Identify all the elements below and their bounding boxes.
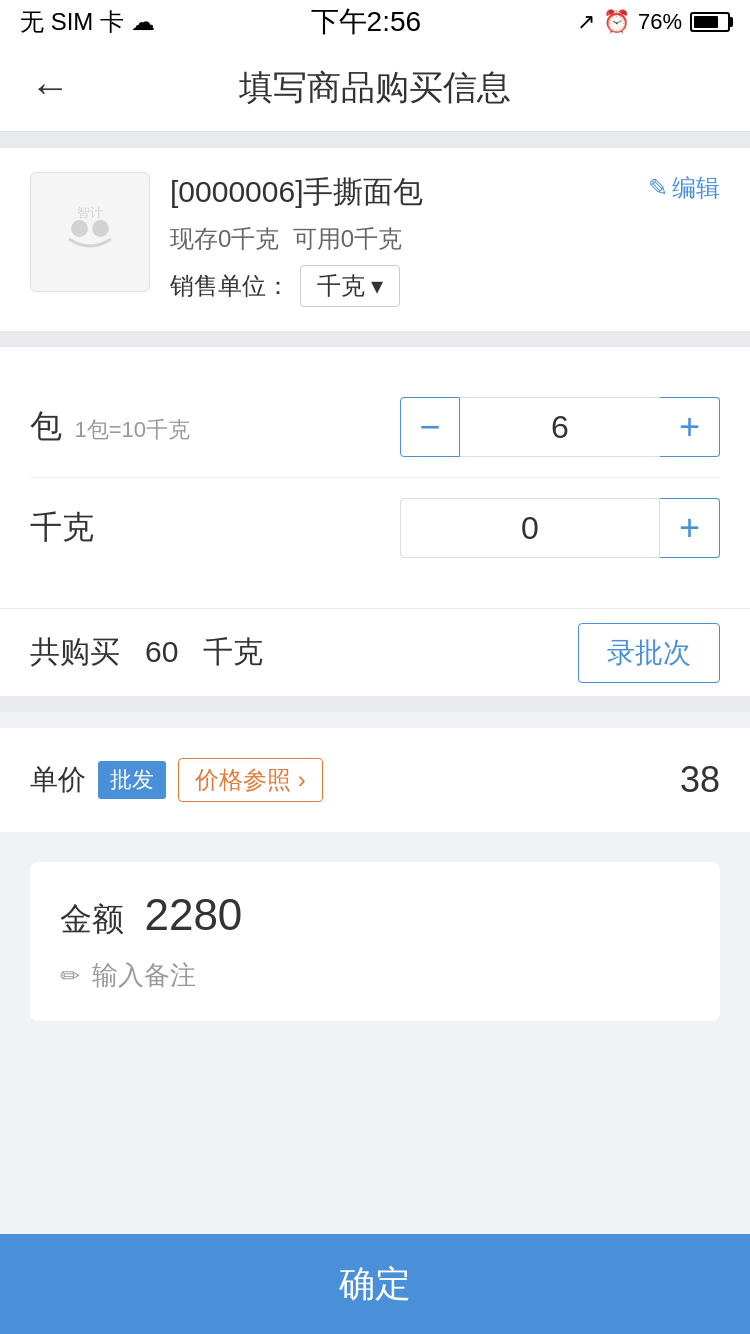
gram-input[interactable]	[400, 498, 660, 558]
amount-value: 2280	[144, 890, 242, 939]
price-value: 38	[680, 759, 720, 801]
svg-point-0	[71, 220, 88, 237]
product-unit-row: 销售单位： 千克 ▾	[170, 265, 628, 307]
divider-2	[0, 696, 750, 712]
product-logo-icon: 智计	[55, 197, 125, 267]
amount-display: 金额 2280	[60, 890, 690, 942]
pencil-icon: ✏	[60, 962, 80, 990]
status-right: ↗ ⏰ 76%	[577, 9, 730, 35]
total-amount: 60	[145, 635, 178, 668]
package-row: 包 1包=10千克 − +	[30, 377, 720, 477]
battery-icon	[690, 12, 730, 32]
status-time: 下午2:56	[311, 3, 422, 41]
battery-percent: 76%	[638, 9, 682, 35]
status-left: 无 SIM 卡 ☁	[20, 6, 155, 38]
svg-text:智计: 智计	[77, 206, 103, 220]
package-plus-button[interactable]: +	[660, 397, 720, 457]
divider-1	[0, 331, 750, 347]
package-quantity-control: − +	[400, 397, 720, 457]
gram-label: 千克	[30, 506, 94, 550]
product-card: 智计 [0000006]手撕面包 现存0千克 可用0千克 销售单位： 千克 ▾ …	[0, 148, 750, 331]
confirm-button[interactable]: 确定	[0, 1234, 750, 1334]
product-stock: 现存0千克 可用0千克	[170, 223, 628, 255]
price-ref-button[interactable]: 价格参照 ›	[178, 758, 323, 802]
product-name: [0000006]手撕面包	[170, 172, 628, 213]
package-label: 包 1包=10千克	[30, 405, 190, 449]
package-input[interactable]	[460, 397, 660, 457]
price-tag: 批发	[98, 761, 166, 799]
divider-top	[0, 132, 750, 148]
dropdown-icon: ▾	[371, 272, 383, 300]
status-bar: 无 SIM 卡 ☁ 下午2:56 ↗ ⏰ 76%	[0, 0, 750, 44]
input-section: 包 1包=10千克 − + 千克 +	[0, 347, 750, 608]
svg-point-1	[92, 220, 109, 237]
total-text: 共购买 60 千克	[30, 632, 263, 673]
price-left: 单价 批发 价格参照 ›	[30, 758, 323, 802]
sim-status: 无 SIM 卡 ☁	[20, 6, 155, 38]
page-title: 填写商品购买信息	[239, 65, 511, 111]
total-section: 共购买 60 千克 录批次	[0, 608, 750, 696]
gram-plus-button[interactable]: +	[660, 498, 720, 558]
batch-button[interactable]: 录批次	[578, 623, 720, 683]
bottom-spacer	[0, 1051, 750, 1234]
product-info: [0000006]手撕面包 现存0千克 可用0千克 销售单位： 千克 ▾	[170, 172, 628, 307]
gram-quantity-control: +	[400, 498, 720, 558]
amount-section: 金额 2280 ✏ 输入备注	[0, 832, 750, 1051]
package-minus-button[interactable]: −	[400, 397, 460, 457]
price-section: 单价 批发 价格参照 › 38	[0, 728, 750, 832]
price-row: 单价 批发 价格参照 › 38	[30, 758, 720, 802]
note-placeholder: 输入备注	[92, 958, 196, 993]
edit-icon: ✎	[648, 174, 668, 202]
location-icon: ↗	[577, 9, 595, 35]
note-row[interactable]: ✏ 输入备注	[60, 958, 690, 993]
nav-bar: ← 填写商品购买信息	[0, 44, 750, 132]
back-button[interactable]: ←	[30, 65, 90, 110]
product-image: 智计	[30, 172, 150, 292]
amount-row: 金额 2280 ✏ 输入备注	[30, 862, 720, 1021]
price-label: 单价	[30, 761, 86, 799]
unit-select[interactable]: 千克 ▾	[300, 265, 400, 307]
alarm-icon: ⏰	[603, 9, 630, 35]
gram-row: 千克 +	[30, 477, 720, 578]
edit-button[interactable]: ✎ 编辑	[648, 172, 720, 204]
